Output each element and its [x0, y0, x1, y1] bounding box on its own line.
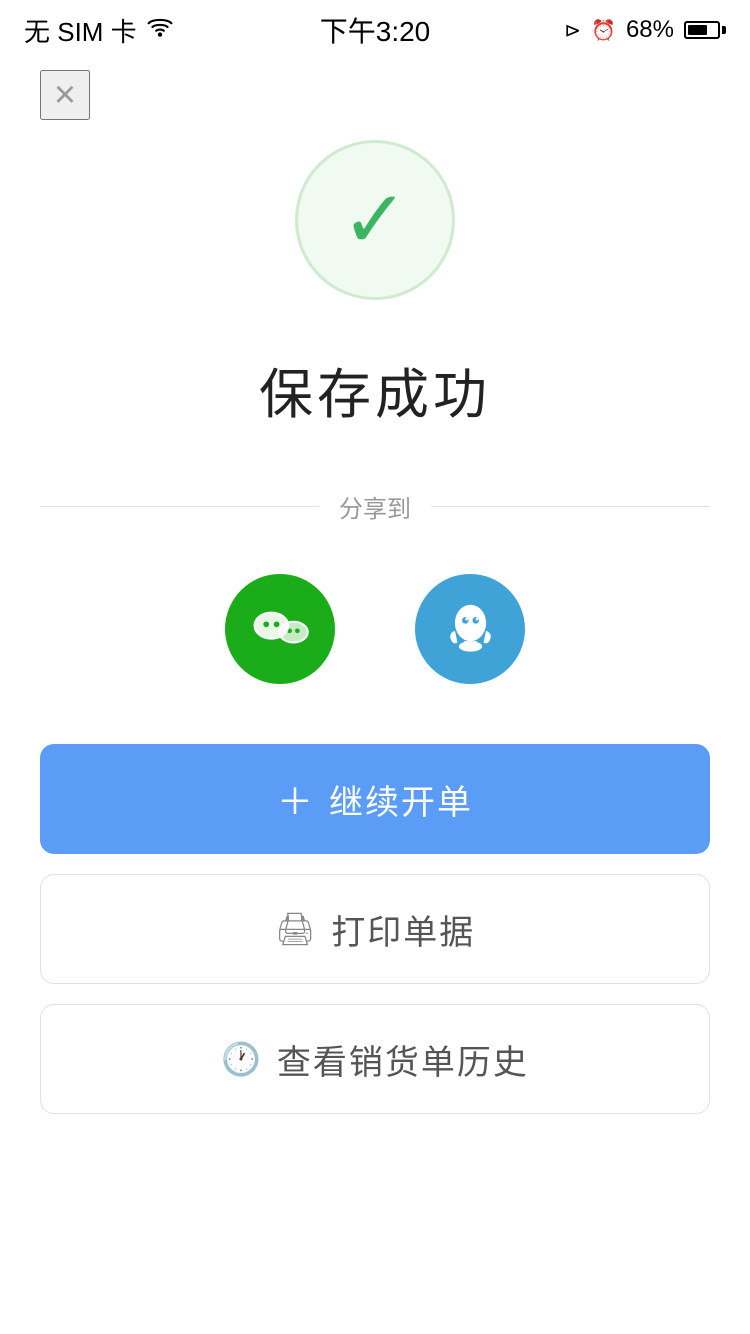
success-circle: ✓ — [295, 140, 455, 300]
print-label: 打印单据 — [331, 905, 475, 954]
close-icon: × — [54, 76, 76, 114]
location-icon: ⊳ — [564, 18, 581, 43]
qq-share-button[interactable] — [415, 574, 525, 684]
history-button[interactable]: 🕐 查看销货单历史 — [40, 1004, 710, 1114]
share-section: 分享到 — [0, 489, 750, 684]
battery-percentage: 68% — [626, 16, 674, 44]
divider-right — [431, 506, 710, 507]
printer-icon: 🖨 — [275, 910, 318, 948]
continue-order-button[interactable]: ＋ 继续开单 — [40, 744, 710, 854]
continue-order-label: 继续开单 — [329, 775, 473, 824]
plus-icon: ＋ — [277, 773, 315, 825]
share-icons-row — [225, 574, 525, 684]
divider-left — [40, 506, 319, 507]
alarm-icon: ⏰ — [591, 18, 616, 43]
carrier-label: 无 SIM 卡 — [24, 12, 137, 49]
status-right: ⊳ ⏰ 68% — [564, 16, 726, 44]
clock-icon: 🕐 — [221, 1040, 263, 1078]
close-button[interactable]: × — [40, 70, 90, 120]
status-time: 下午3:20 — [320, 10, 431, 50]
battery-icon — [684, 21, 726, 39]
buttons-section: ＋ 继续开单 🖨 打印单据 🕐 查看销货单历史 — [0, 744, 750, 1114]
share-divider-row: 分享到 — [40, 489, 710, 524]
main-content: ✓ 保存成功 分享到 — [0, 60, 750, 1114]
success-title: 保存成功 — [259, 350, 491, 429]
wechat-share-button[interactable] — [225, 574, 335, 684]
history-label: 查看销货单历史 — [277, 1035, 529, 1084]
checkmark-icon: ✓ — [341, 180, 408, 260]
status-bar: 无 SIM 卡 下午3:20 ⊳ ⏰ 68% — [0, 0, 750, 60]
print-button[interactable]: 🖨 打印单据 — [40, 874, 710, 984]
wifi-icon — [147, 14, 173, 47]
status-left: 无 SIM 卡 — [24, 12, 173, 49]
share-label: 分享到 — [339, 489, 411, 524]
